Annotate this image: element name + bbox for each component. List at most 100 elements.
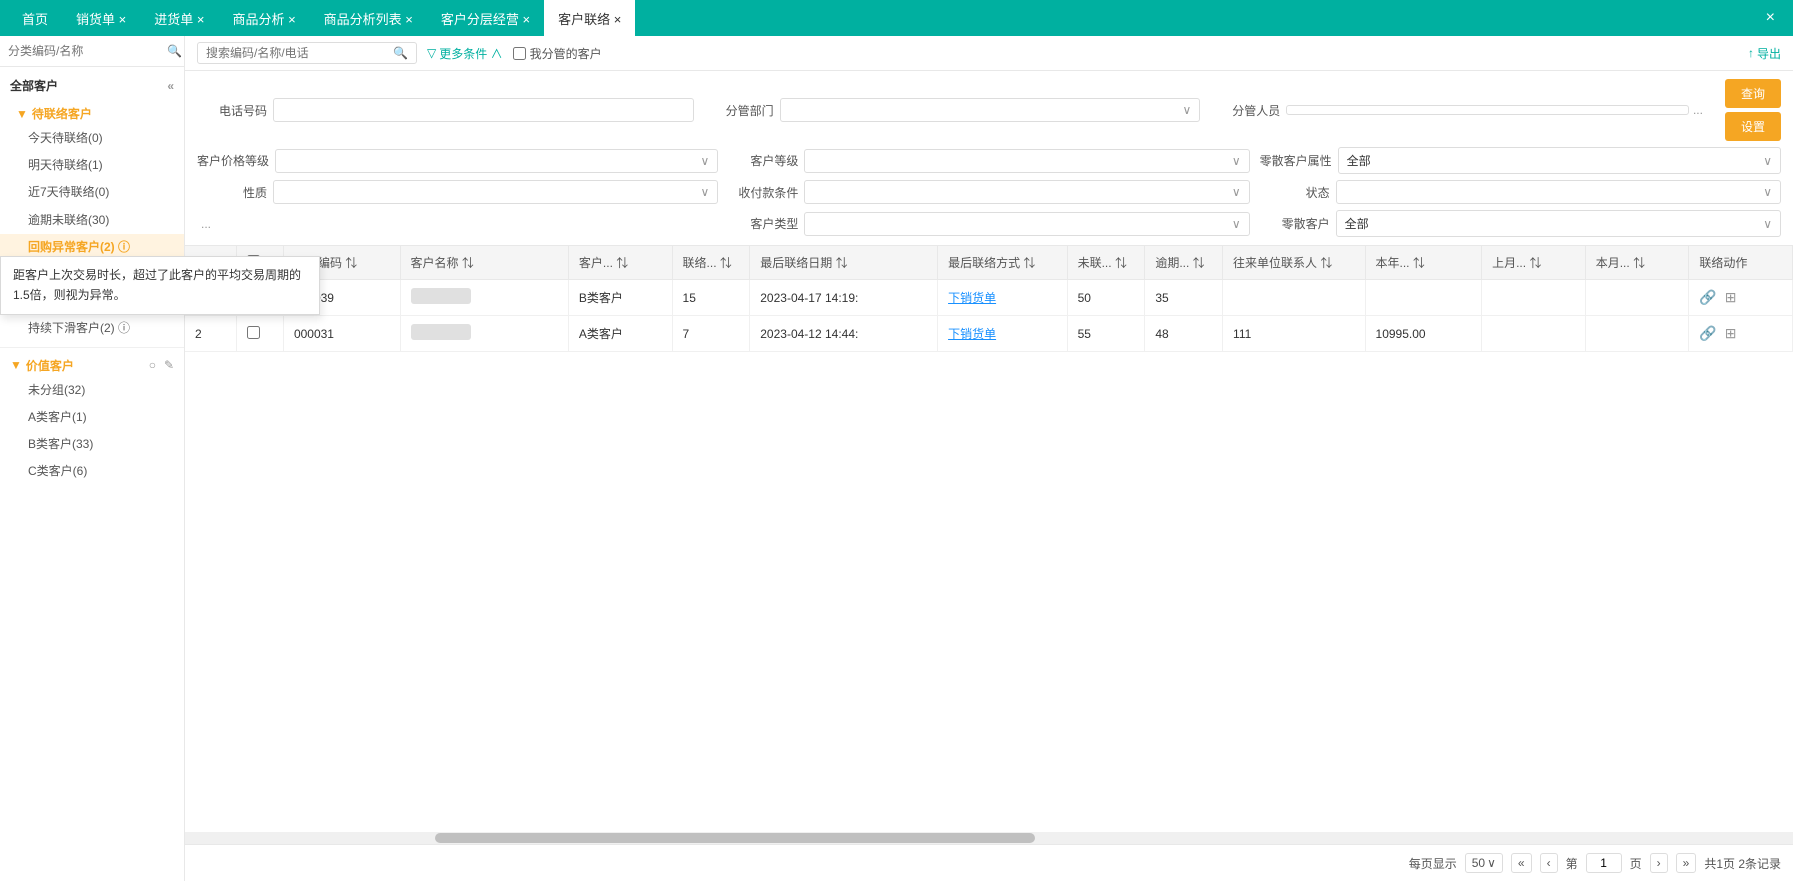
search-input[interactable] [206,46,393,60]
col-last-month-sort-icon[interactable]: ⇅ [1529,256,1541,270]
sidebar-search-icon[interactable]: 🔍 [167,44,182,58]
scroll-thumb[interactable] [435,833,1035,843]
col-this-month-sort-icon[interactable]: ⇅ [1633,256,1645,270]
row1-link-icon[interactable]: 🔗 [1699,289,1716,306]
row4-dots-button[interactable]: ... [197,217,215,231]
value-section-label: 价值客户 [26,357,74,374]
sidebar-search-input[interactable] [8,44,163,58]
adv-field-retail-attr: 零散客户属性 全部 ∨ [1260,147,1781,174]
row1-method-link[interactable]: 下销货单 [948,291,996,305]
horizontal-scrollbar[interactable] [185,832,1793,844]
col-last-month-label: 上月... [1492,256,1526,270]
payment-caret-icon: ∨ [1232,185,1241,199]
value-section-arrow2-icon[interactable]: ○ [149,358,156,372]
per-page-select[interactable]: 50 ∨ [1465,853,1503,873]
col-year-label: 本年... [1376,256,1410,270]
person-select[interactable] [1286,105,1689,115]
next-page-button[interactable]: › [1650,853,1668,873]
page-number-input[interactable] [1586,853,1622,873]
nav-customer-contact[interactable]: 客户联络 × [544,0,635,36]
nav-customer-segmentation[interactable]: 客户分层经营 × [427,0,544,36]
row2-code: 000031 [283,316,400,352]
more-conditions-button[interactable]: ▽ 更多条件 ∧ [427,45,503,62]
retail-attr-value: 全部 [1347,152,1371,169]
adv-field-retail-customer: 零散客户 全部 ∨ [1260,210,1781,237]
col-overdue-sort-icon[interactable]: ⇅ [1193,256,1205,270]
sidebar-item-overdue-pending[interactable]: 逾期未联络(30) [0,207,184,234]
customer-level-select[interactable]: ∨ [804,149,1249,173]
retail-customer-select[interactable]: 全部 ∨ [1336,210,1781,237]
col-year-sort-icon[interactable]: ⇅ [1413,256,1425,270]
col-unit-sort-icon[interactable]: ⇅ [1320,256,1332,270]
tooltip-text: 距客户上次交易时长，超过了此客户的平均交易周期的1.5倍，则视为异常。 [13,268,184,302]
adv-field-price-level: 客户价格等级 ∨ [197,149,718,173]
status-caret-icon: ∨ [1763,185,1772,199]
sidebar-item-today-pending[interactable]: 今天待联络(0) [0,125,184,152]
col-unlisted-sort-icon[interactable]: ⇅ [1115,256,1127,270]
status-select[interactable]: ∨ [1336,180,1781,204]
value-section-edit-icon[interactable]: ✎ [164,358,174,372]
sidebar-item-7day-pending[interactable]: 近7天待联络(0) [0,179,184,206]
phone-label: 电话号码 [197,102,267,119]
sidebar-item-class-b[interactable]: B类客户(33) [0,431,184,458]
col-date-sort-icon[interactable]: ⇅ [836,256,848,270]
col-name-sort-icon[interactable]: ⇅ [462,256,474,270]
row2-link-icon[interactable]: 🔗 [1699,325,1716,342]
nav-product-list[interactable]: 商品分析列表 × [310,0,427,36]
col-code-sort-icon[interactable]: ⇅ [345,256,357,270]
row1-contact-count: 15 [672,280,750,316]
sidebar-item-class-a[interactable]: A类客户(1) [0,404,184,431]
first-page-button[interactable]: « [1511,853,1532,873]
person-dots-button[interactable]: ... [1689,103,1707,117]
row2-num: 2 [185,316,237,352]
row1-last-date: 2023-04-17 14:19: [750,280,938,316]
retail-customer-label: 零散客户 [1260,215,1330,232]
col-unlisted: 未联... ⇅ [1067,246,1145,280]
collapse-icon[interactable]: « [167,79,174,93]
col-contact-count: 联络... ⇅ [672,246,750,280]
row2-grid-icon[interactable]: ⊞ [1725,325,1737,342]
export-button[interactable]: ↑ 导出 [1748,45,1781,62]
row2-checkbox-input[interactable] [247,326,260,339]
price-level-select[interactable]: ∨ [275,149,718,173]
col-customer-type-sort-icon[interactable]: ⇅ [616,256,628,270]
payment-select[interactable]: ∨ [804,180,1249,204]
all-customers-header[interactable]: 全部客户 « [0,71,184,100]
nature-select[interactable]: ∨ [273,180,718,204]
my-customers-label: 我分管的客户 [530,45,602,62]
my-customers-checkbox[interactable]: 我分管的客户 [513,45,602,62]
row2-year-amount: 10995.00 [1365,316,1482,352]
sidebar-item-declining-customers[interactable]: 持续下滑客户(2) ⓘ [0,315,184,342]
customer-type-label: 客户类型 [728,215,798,232]
close-button[interactable]: × [1756,9,1785,27]
phone-input[interactable] [273,98,694,122]
nav-product-analysis[interactable]: 商品分析 × [218,0,309,36]
row2-method-link[interactable]: 下销货单 [948,327,996,341]
nav-purchase[interactable]: 进货单 × [140,0,218,36]
col-contact-sort-icon[interactable]: ⇅ [720,256,732,270]
nav-home[interactable]: 首页 [8,0,62,36]
sidebar-item-unclassified[interactable]: 未分组(32) [0,377,184,404]
col-action-label: 联络动作 [1699,256,1747,270]
adv-filter-row4: ... 客户类型 ∨ 零散客户 全部 ∨ [197,210,1781,237]
sidebar-item-class-c[interactable]: C类客户(6) [0,458,184,485]
row1-grid-icon[interactable]: ⊞ [1725,289,1737,306]
prev-page-button[interactable]: ‹ [1540,853,1558,873]
row2-unit-contact: 111 [1223,316,1365,352]
pending-section-title[interactable]: ▼ 待联络客户 [0,100,184,125]
settings-button[interactable]: 设置 [1725,112,1781,141]
row2-customer-type: A类客户 [568,316,672,352]
retail-attr-select[interactable]: 全部 ∨ [1338,147,1781,174]
dept-select[interactable]: ∨ [780,98,1201,122]
query-button[interactable]: 查询 [1725,79,1781,108]
sidebar-item-tomorrow-pending[interactable]: 明天待联络(1) [0,152,184,179]
adv-filter-row3: 性质 ∨ 收付款条件 ∨ 状态 [197,180,1781,204]
retail-attr-caret-icon: ∨ [1763,154,1772,168]
my-customers-checkbox-input[interactable] [513,47,526,60]
nav-sales[interactable]: 销货单 × [62,0,140,36]
search-icon[interactable]: 🔍 [393,46,408,60]
customer-type-select[interactable]: ∨ [804,212,1249,236]
last-page-button[interactable]: » [1676,853,1697,873]
row1-unlisted: 50 [1067,280,1145,316]
col-method-sort-icon[interactable]: ⇅ [1023,256,1035,270]
